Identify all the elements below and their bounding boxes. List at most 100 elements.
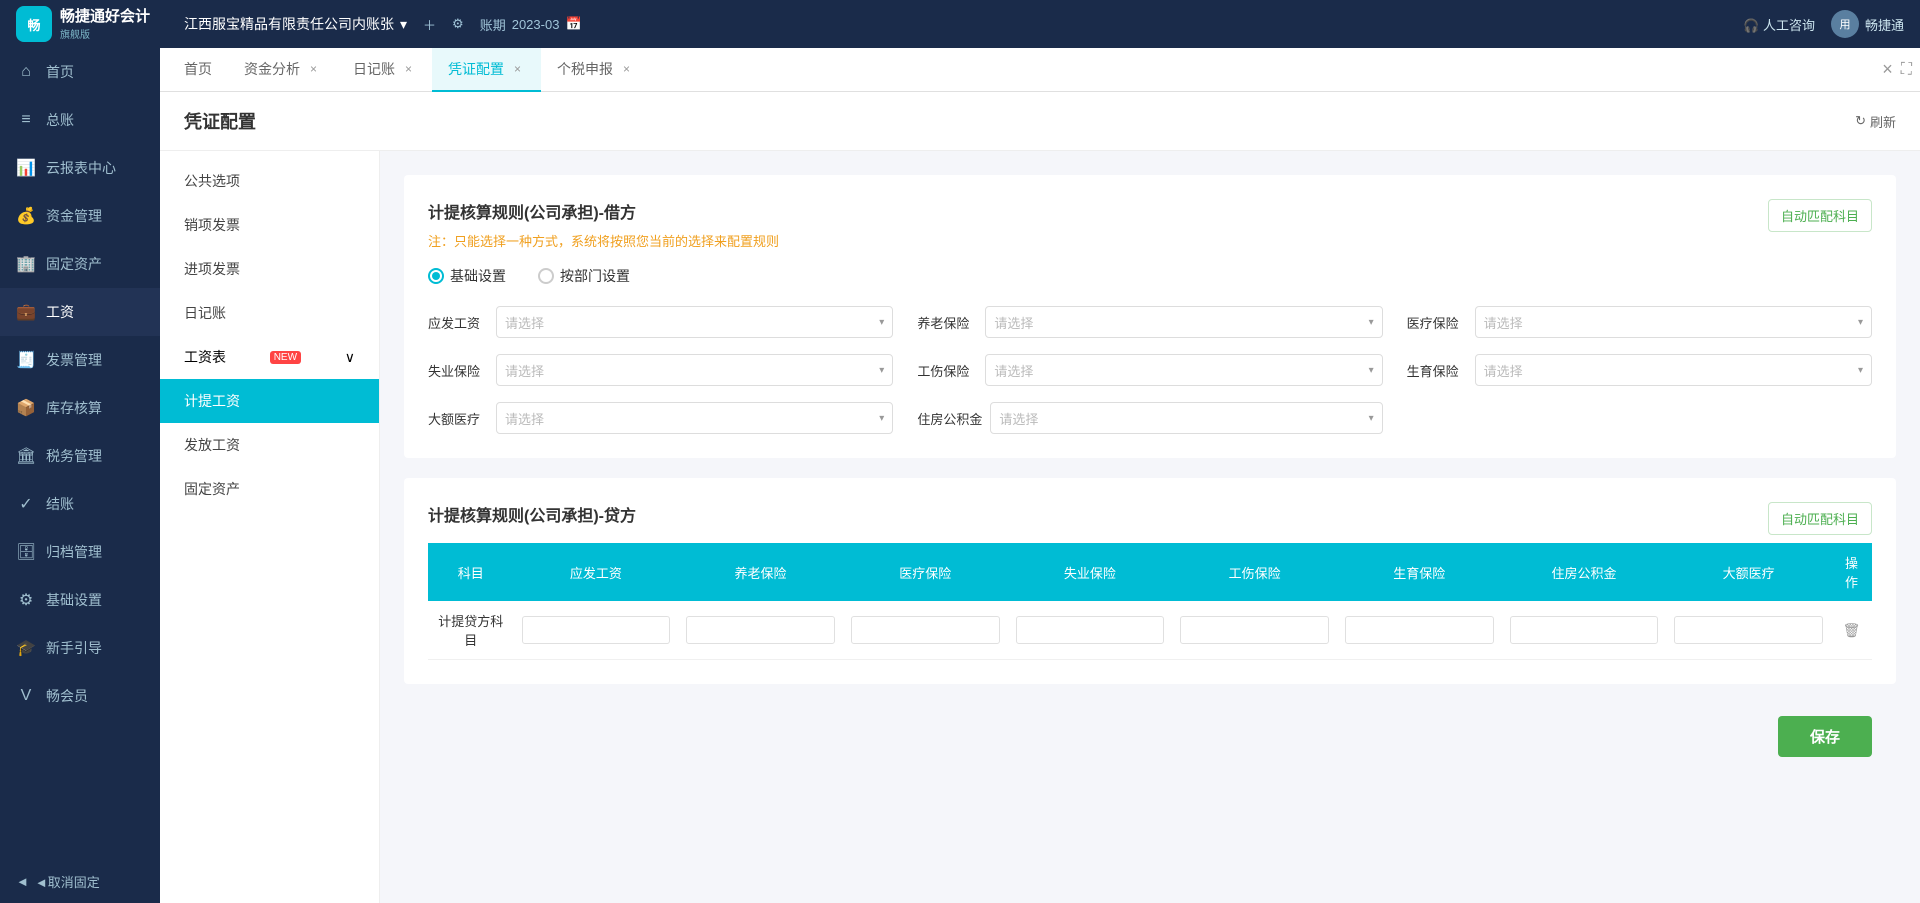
td-ying-fa [514, 601, 679, 660]
tab-fund-analysis[interactable]: 资金分析 × [228, 48, 337, 92]
company-selector[interactable]: 江西服宝精品有限责任公司内账张 ▾ [184, 14, 407, 34]
input-da-e[interactable] [1674, 616, 1823, 644]
select-dae-yiliao[interactable]: 请选择 ▾ [496, 402, 893, 434]
sidebar-item-guide[interactable]: 🎓 新手引导 [0, 624, 160, 672]
debit-auto-match-btn[interactable]: 自动匹配科目 [1768, 199, 1872, 232]
avatar: 用 [1831, 10, 1859, 38]
refresh-button[interactable]: ↻ 刷新 [1855, 112, 1896, 131]
add-button[interactable]: ＋ [423, 15, 436, 34]
debit-form-grid: 应发工资 请选择 ▾ 养老保险 请选择 ▾ [428, 306, 1872, 434]
input-ying-fa[interactable] [522, 616, 671, 644]
left-nav-sales-invoice[interactable]: 销项发票 [160, 203, 379, 247]
radio-basic[interactable]: 基础设置 [428, 266, 506, 286]
debit-section-title: 计提核算规则(公司承担)-借方 [428, 199, 779, 223]
sidebar-item-closing[interactable]: ✓ 结账 [0, 480, 160, 528]
input-gong-shang[interactable] [1180, 616, 1329, 644]
sidebar-item-salary[interactable]: 💼 工资 [0, 288, 160, 336]
input-shi-ye[interactable] [1016, 616, 1165, 644]
sidebar: ⌂ 首页 ≡ 总账 📊 云报表中心 💰 资金管理 🏢 固定资产 💼 工资 🧾 发… [0, 48, 160, 903]
sidebar-label-invoice: 发票管理 [46, 350, 102, 370]
tab-home[interactable]: 首页 [168, 48, 228, 92]
cancel-pin-icon: ◄ [16, 874, 29, 889]
sidebar-label-archive: 归档管理 [46, 542, 102, 562]
left-nav: 公共选项 销项发票 进项发票 日记账 工资表 NEW ∨ 计提工资 发放工资 固… [160, 151, 380, 903]
tab-close-all[interactable]: × [1882, 59, 1893, 80]
sidebar-label-inventory: 库存核算 [46, 398, 102, 418]
input-zhu-fang[interactable] [1510, 616, 1659, 644]
user-name: 畅捷通 [1865, 15, 1904, 34]
label-gongshang: 工伤保险 [917, 361, 977, 380]
user-info[interactable]: 用 畅捷通 [1831, 10, 1904, 38]
sidebar-item-reports[interactable]: 📊 云报表中心 [0, 144, 160, 192]
left-nav-fixed-assets[interactable]: 固定资产 [160, 467, 379, 511]
sidebar-item-invoice[interactable]: 🧾 发票管理 [0, 336, 160, 384]
headset-icon: 🎧 [1743, 18, 1759, 33]
sidebar-item-settings[interactable]: ⚙ 基础设置 [0, 576, 160, 624]
account-period: 账期 2023-03 📅 [480, 15, 582, 34]
tab-journal-label: 日记账 [353, 59, 395, 79]
label-yanglao: 养老保险 [917, 313, 977, 332]
th-subject: 科目 [428, 543, 514, 601]
sidebar-item-member[interactable]: V 畅会员 [0, 672, 160, 720]
radio-dept[interactable]: 按部门设置 [538, 266, 630, 286]
th-gong-shang: 工伤保险 [1172, 543, 1337, 601]
select-dae-arrow: ▾ [879, 413, 884, 424]
sidebar-item-inventory[interactable]: 📦 库存核算 [0, 384, 160, 432]
tab-journal[interactable]: 日记账 × [337, 48, 432, 92]
salary-table-label: 工资表 [184, 347, 226, 367]
sidebar-item-archive[interactable]: 🗄 归档管理 [0, 528, 160, 576]
select-yiliao[interactable]: 请选择 ▾ [1475, 306, 1872, 338]
select-shengyu[interactable]: 请选择 ▾ [1475, 354, 1872, 386]
select-yanglao[interactable]: 请选择 ▾ [985, 306, 1382, 338]
tab-voucher-config[interactable]: 凭证配置 × [432, 48, 541, 92]
select-shiye-arrow: ▾ [879, 365, 884, 376]
settings-icon[interactable]: ⚙ [452, 16, 464, 32]
sidebar-item-fixed-assets[interactable]: 🏢 固定资产 [0, 240, 160, 288]
tab-tax-close[interactable]: × [619, 60, 634, 78]
sidebar-item-home[interactable]: ⌂ 首页 [0, 48, 160, 96]
cancel-pin-btn[interactable]: ◄ ◄取消固定 [0, 860, 160, 903]
tab-fund-label: 资金分析 [244, 59, 300, 79]
left-nav-salary-table[interactable]: 工资表 NEW ∨ [160, 335, 379, 379]
radio-basic-label: 基础设置 [450, 266, 506, 286]
credit-auto-match-btn[interactable]: 自动匹配科目 [1768, 502, 1872, 535]
left-nav-salary-accrual[interactable]: 计提工资 [160, 379, 379, 423]
credit-section: 计提核算规则(公司承担)-贷方 自动匹配科目 科目 应发工资 养老保险 [404, 478, 1896, 684]
calendar-icon[interactable]: 📅 [565, 16, 581, 32]
save-button[interactable]: 保存 [1778, 716, 1872, 757]
select-yanglao-arrow: ▾ [1369, 317, 1374, 328]
tab-tax-report[interactable]: 个税申报 × [541, 48, 650, 92]
select-gongshang[interactable]: 请选择 ▾ [985, 354, 1382, 386]
sidebar-item-general-ledger[interactable]: ≡ 总账 [0, 96, 160, 144]
left-nav-purchase-invoice[interactable]: 进项发票 [160, 247, 379, 291]
tab-voucher-close[interactable]: × [510, 60, 525, 78]
delete-row-btn[interactable]: 🗑 [1843, 622, 1861, 638]
select-ying-fa[interactable]: 请选择 ▾ [496, 306, 893, 338]
save-bar: 保存 [404, 704, 1896, 769]
sidebar-item-tax[interactable]: 🏛 税务管理 [0, 432, 160, 480]
left-nav-salary-payment[interactable]: 发放工资 [160, 423, 379, 467]
td-subject-label: 计提贷方科目 [428, 601, 514, 660]
select-zhufang[interactable]: 请选择 ▾ [990, 402, 1382, 434]
select-shiye[interactable]: 请选择 ▾ [496, 354, 893, 386]
input-sheng-yu[interactable] [1345, 616, 1494, 644]
invoice-icon: 🧾 [16, 350, 36, 370]
input-yang-lao[interactable] [686, 616, 835, 644]
input-yi-liao[interactable] [851, 616, 1000, 644]
tab-home-label: 首页 [184, 59, 212, 79]
left-nav-public[interactable]: 公共选项 [160, 159, 379, 203]
tab-bar-actions: × ⛶ [1882, 59, 1912, 80]
select-zhufang-value: 请选择 [999, 409, 1038, 428]
tab-expand[interactable]: ⛶ [1901, 61, 1912, 79]
tab-journal-close[interactable]: × [401, 60, 416, 78]
select-yiliao-arrow: ▾ [1858, 317, 1863, 328]
radio-dept-circle [538, 268, 554, 284]
sidebar-item-fund[interactable]: 💰 资金管理 [0, 192, 160, 240]
service-btn[interactable]: 🎧 人工咨询 [1743, 15, 1815, 34]
content-area: 首页 资金分析 × 日记账 × 凭证配置 × 个税申报 × × ⛶ [160, 48, 1920, 903]
settings-gear-icon: ⚙ [16, 590, 36, 610]
left-nav-journal[interactable]: 日记账 [160, 291, 379, 335]
tax-icon: 🏛 [16, 446, 36, 466]
tab-tax-label: 个税申报 [557, 59, 613, 79]
tab-fund-close[interactable]: × [306, 60, 321, 78]
